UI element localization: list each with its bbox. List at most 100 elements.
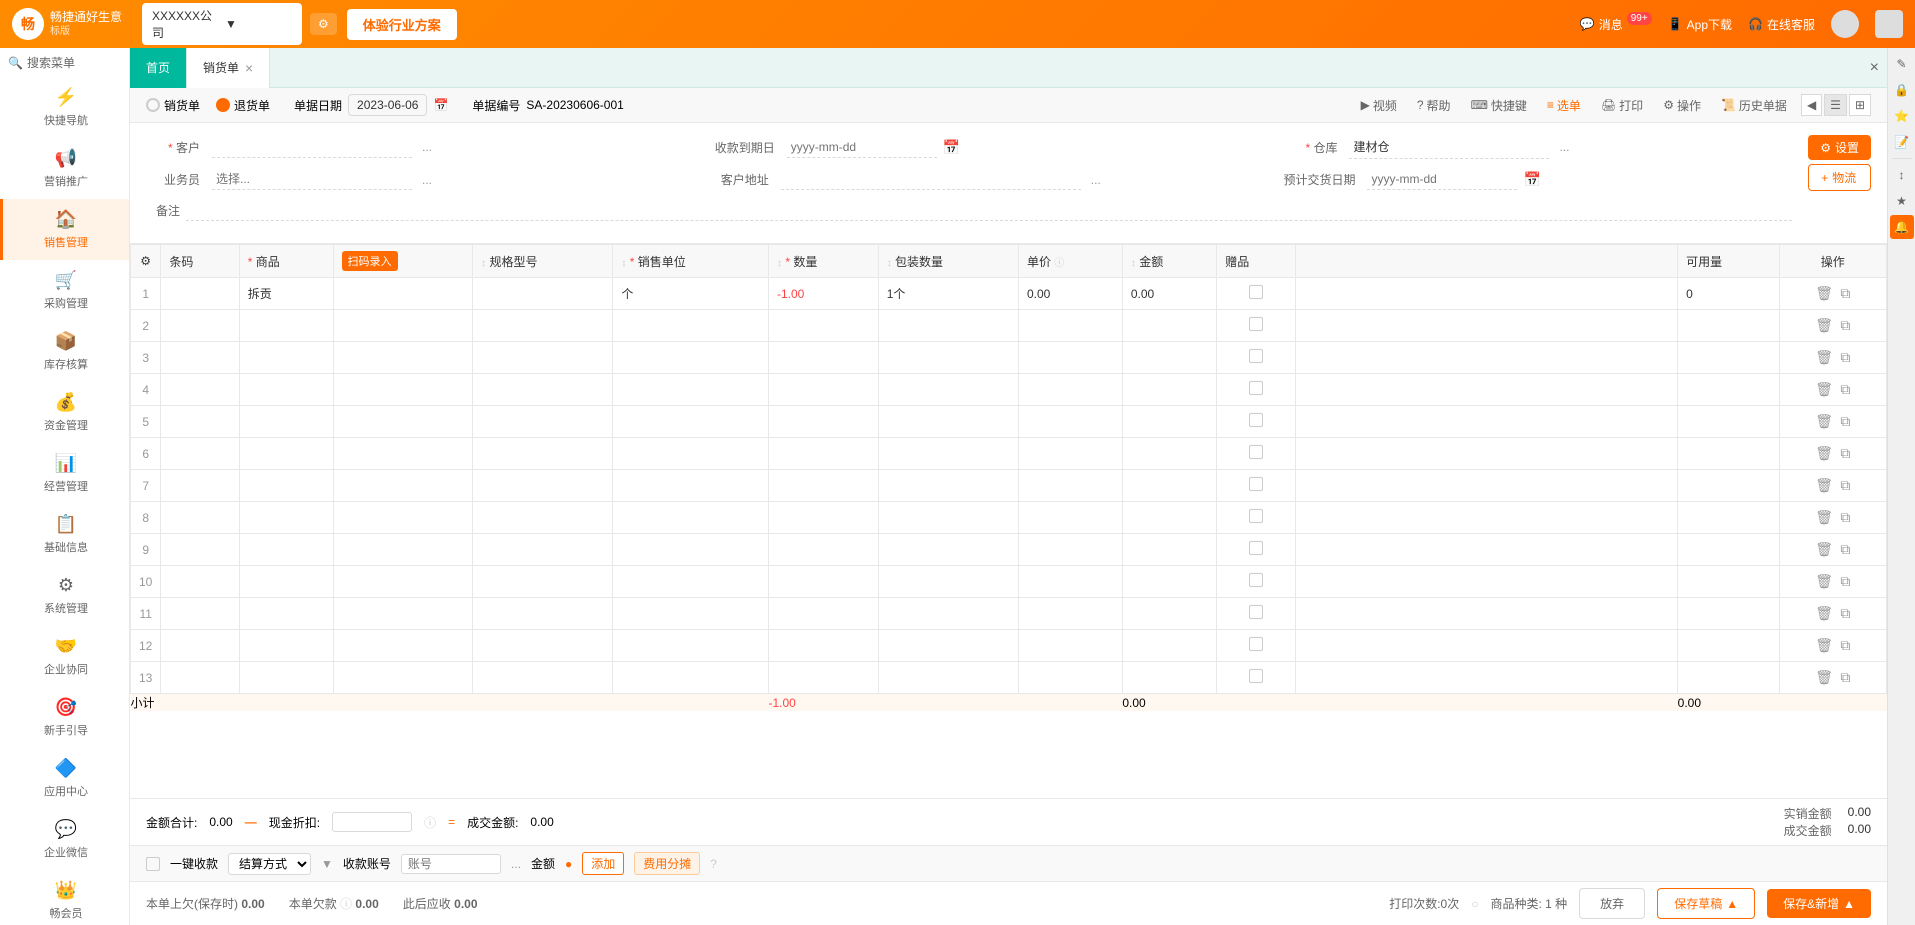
row-price-5[interactable] bbox=[1018, 438, 1122, 470]
prev-view-button[interactable]: ◀ bbox=[1801, 94, 1822, 116]
row-unit-2[interactable] bbox=[613, 342, 769, 374]
row-product-5[interactable] bbox=[239, 438, 333, 470]
row-barcode-7[interactable] bbox=[161, 502, 239, 534]
sidebar-item-quick-nav[interactable]: ⚡ 快捷导航 bbox=[0, 77, 129, 138]
row-qty-6[interactable] bbox=[769, 470, 879, 502]
fee-split-button[interactable]: 费用分摊 bbox=[634, 852, 700, 875]
row-qty-4[interactable] bbox=[769, 406, 879, 438]
row-product-12[interactable] bbox=[239, 662, 333, 694]
warehouse-dots[interactable]: ... bbox=[1559, 140, 1569, 154]
message-button[interactable]: 💬 消息 99+ bbox=[1580, 16, 1652, 33]
row-product-0[interactable]: 拆贡 bbox=[239, 278, 333, 310]
tab-close-icon[interactable]: × bbox=[245, 60, 253, 76]
avatar[interactable] bbox=[1831, 10, 1859, 38]
row-spec-2[interactable] bbox=[473, 342, 613, 374]
row-gift-10[interactable] bbox=[1217, 598, 1295, 630]
row-delete-btn-7[interactable]: 🗑 bbox=[1815, 509, 1833, 526]
row-qty-10[interactable] bbox=[769, 598, 879, 630]
row-delete-btn-5[interactable]: 🗑 bbox=[1815, 445, 1833, 462]
row-barcode-0[interactable] bbox=[161, 278, 239, 310]
sidebar-item-wechat[interactable]: 💬 企业微信 bbox=[0, 809, 129, 870]
row-gift-1[interactable] bbox=[1217, 310, 1295, 342]
row-unit-8[interactable] bbox=[613, 534, 769, 566]
salesperson-dots[interactable]: ... bbox=[422, 173, 432, 187]
addr-dots[interactable]: ... bbox=[1091, 173, 1101, 187]
row-price-10[interactable] bbox=[1018, 598, 1122, 630]
close-all-icon[interactable]: × bbox=[1870, 59, 1879, 77]
row-copy-btn-2[interactable]: ⧉ bbox=[1840, 349, 1850, 366]
row-delete-btn-11[interactable]: 🗑 bbox=[1815, 637, 1833, 654]
row-barcode-10[interactable] bbox=[161, 598, 239, 630]
history-button[interactable]: 📜 历史单据 bbox=[1715, 95, 1793, 116]
row-amount-4[interactable] bbox=[1122, 406, 1216, 438]
row-delete-btn-8[interactable]: 🗑 bbox=[1815, 541, 1833, 558]
avatar-extra[interactable] bbox=[1875, 10, 1903, 38]
row-packqty-7[interactable] bbox=[878, 502, 1018, 534]
delivery-calendar-icon[interactable]: 📅 bbox=[1523, 171, 1540, 188]
row-packqty-11[interactable] bbox=[878, 630, 1018, 662]
row-delete-btn-1[interactable]: 🗑 bbox=[1815, 317, 1833, 334]
payment-account-input[interactable] bbox=[401, 854, 501, 874]
row-amount-5[interactable] bbox=[1122, 438, 1216, 470]
online-service-button[interactable]: 🎧 在线客服 bbox=[1748, 16, 1815, 33]
list-view-button[interactable]: ☰ bbox=[1824, 94, 1847, 116]
row-barcode-5[interactable] bbox=[161, 438, 239, 470]
row-copy-btn-5[interactable]: ⧉ bbox=[1840, 445, 1850, 462]
sidebar-item-enterprise[interactable]: 🤝 企业协同 bbox=[0, 626, 129, 687]
company-selector[interactable]: XXXXXX公司 ▼ bbox=[142, 3, 302, 45]
row-barcode-4[interactable] bbox=[161, 406, 239, 438]
right-panel-btn-1[interactable]: ✎ bbox=[1890, 52, 1914, 76]
row-spec-9[interactable] bbox=[473, 566, 613, 598]
row-qty-2[interactable] bbox=[769, 342, 879, 374]
sidebar-item-basic[interactable]: 📋 基础信息 bbox=[0, 504, 129, 565]
row-amount-12[interactable] bbox=[1122, 662, 1216, 694]
row-gift-12[interactable] bbox=[1217, 662, 1295, 694]
right-panel-btn-7[interactable]: 🔔 bbox=[1890, 215, 1914, 239]
row-product-8[interactable] bbox=[239, 534, 333, 566]
row-barcode-9[interactable] bbox=[161, 566, 239, 598]
row-unit-12[interactable] bbox=[613, 662, 769, 694]
row-packqty-9[interactable] bbox=[878, 566, 1018, 598]
row-spec-11[interactable] bbox=[473, 630, 613, 662]
row-delete-btn-10[interactable]: 🗑 bbox=[1815, 605, 1833, 622]
date-value[interactable]: 2023-06-06 bbox=[348, 94, 427, 116]
row-product-1[interactable] bbox=[239, 310, 333, 342]
row-barcode-3[interactable] bbox=[161, 374, 239, 406]
grid-view-button[interactable]: ⊞ bbox=[1849, 94, 1871, 116]
row-amount-6[interactable] bbox=[1122, 470, 1216, 502]
payment-method-select[interactable]: 结算方式 bbox=[228, 853, 311, 875]
radio-sales-order[interactable]: 销货单 bbox=[146, 97, 200, 114]
row-spec-7[interactable] bbox=[473, 502, 613, 534]
row-copy-btn-10[interactable]: ⧉ bbox=[1840, 605, 1850, 622]
customer-addr-input[interactable] bbox=[781, 169, 1081, 190]
shortcut-button[interactable]: ⌨ 快捷键 bbox=[1465, 95, 1533, 116]
row-qty-1[interactable] bbox=[769, 310, 879, 342]
row-price-3[interactable] bbox=[1018, 374, 1122, 406]
row-spec-6[interactable] bbox=[473, 470, 613, 502]
row-product-4[interactable] bbox=[239, 406, 333, 438]
row-product-3[interactable] bbox=[239, 374, 333, 406]
select-button[interactable]: ≡ 选单 bbox=[1541, 95, 1587, 116]
right-panel-btn-4[interactable]: 📝 bbox=[1890, 130, 1914, 154]
row-spec-4[interactable] bbox=[473, 406, 613, 438]
row-copy-btn-12[interactable]: ⧉ bbox=[1840, 669, 1850, 686]
delivery-date-input[interactable] bbox=[1367, 169, 1517, 190]
right-panel-btn-5[interactable]: ↕ bbox=[1890, 163, 1914, 187]
row-spec-5[interactable] bbox=[473, 438, 613, 470]
row-amount-1[interactable] bbox=[1122, 310, 1216, 342]
row-amount-2[interactable] bbox=[1122, 342, 1216, 374]
row-qty-12[interactable] bbox=[769, 662, 879, 694]
row-price-12[interactable] bbox=[1018, 662, 1122, 694]
sidebar-search[interactable]: 🔍 搜索菜单 bbox=[0, 48, 129, 77]
save-draft-button[interactable]: 保存草稿 ▲ bbox=[1657, 888, 1755, 919]
row-spec-8[interactable] bbox=[473, 534, 613, 566]
row-copy-btn-1[interactable]: ⧉ bbox=[1840, 317, 1850, 334]
row-delete-btn-9[interactable]: 🗑 bbox=[1815, 573, 1833, 590]
row-copy-btn-7[interactable]: ⧉ bbox=[1840, 509, 1850, 526]
row-delete-btn-6[interactable]: 🗑 bbox=[1815, 477, 1833, 494]
row-spec-10[interactable] bbox=[473, 598, 613, 630]
warehouse-value[interactable]: 建材仓 bbox=[1349, 135, 1549, 159]
radio-return-order[interactable]: 退货单 bbox=[216, 97, 270, 114]
row-packqty-5[interactable] bbox=[878, 438, 1018, 470]
row-packqty-6[interactable] bbox=[878, 470, 1018, 502]
